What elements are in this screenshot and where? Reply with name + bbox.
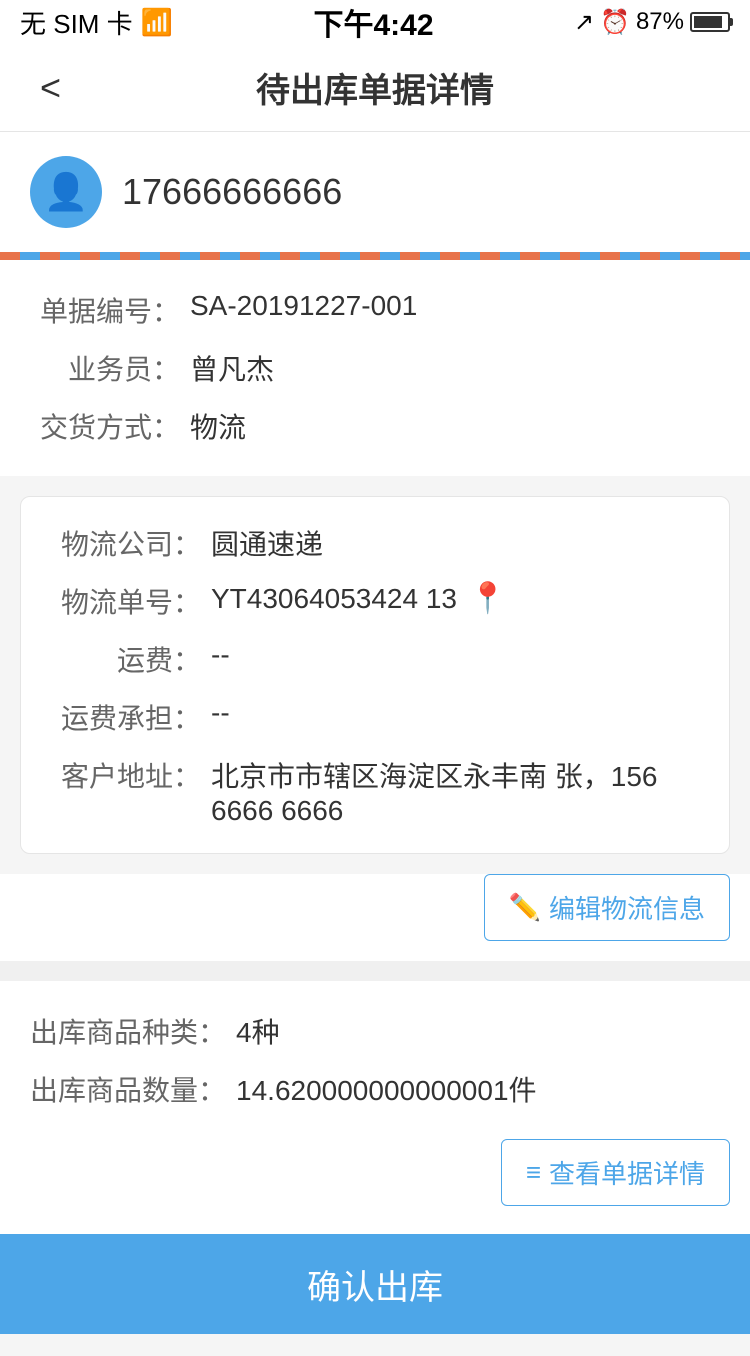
goods-quantity-row: 出库商品数量： 14.620000000000001件	[30, 1069, 720, 1109]
status-left: 无 SIM 卡 📶	[20, 4, 173, 41]
view-detail-label: 查看单据详情	[549, 1154, 705, 1191]
freight-bearer-label: 运费承担：	[51, 697, 211, 737]
battery-text: 87%	[636, 8, 684, 36]
freight-value: --	[211, 639, 699, 671]
location-icon: 📍	[469, 581, 506, 616]
confirm-button-bar[interactable]: 确认出库	[0, 1234, 750, 1334]
freight-bearer-value: --	[211, 697, 699, 729]
alarm-icon: ⏰	[600, 8, 630, 37]
goods-type-value: 4种	[236, 1011, 720, 1051]
logistics-company-label: 物流公司：	[51, 523, 211, 563]
address-row: 客户地址： 北京市市辖区海淀区永丰南 张，156 6666 6666	[51, 755, 699, 827]
nav-bar: < 待出库单据详情	[0, 44, 750, 132]
freight-label: 运费：	[51, 639, 211, 679]
doc-number-row: 单据编号： SA-20191227-001	[30, 290, 720, 330]
address-label: 客户地址：	[51, 755, 211, 795]
edit-label: 编辑物流信息	[549, 889, 705, 926]
tracking-number: YT43064053424 13	[211, 583, 457, 615]
carrier-text: 无 SIM 卡	[20, 4, 133, 41]
address-value: 北京市市辖区海淀区永丰南 张，156 6666 6666	[211, 755, 699, 827]
customer-phone: 17666666666	[122, 171, 342, 213]
logistics-company-row: 物流公司： 圆通速递	[51, 523, 699, 563]
confirm-button-text: 确认出库	[307, 1260, 443, 1309]
customer-header: 👤 17666666666	[0, 132, 750, 252]
logistics-tracking-value: YT43064053424 13 📍	[211, 581, 699, 616]
edit-logistics-button[interactable]: ✏️ 编辑物流信息	[484, 874, 730, 941]
freight-row: 运费： --	[51, 639, 699, 679]
doc-number-label: 单据编号：	[30, 290, 190, 330]
wifi-icon: 📶	[141, 7, 173, 38]
view-detail-icon: ≡	[526, 1157, 541, 1188]
delivery-method-row: 交货方式： 物流	[30, 406, 720, 446]
goods-quantity-value: 14.620000000000001件	[236, 1069, 720, 1109]
logistics-tracking-label: 物流单号：	[51, 581, 211, 621]
battery-icon	[690, 12, 730, 32]
content: 👤 17666666666 单据编号： SA-20191227-001 业务员：…	[0, 132, 750, 1356]
salesman-row: 业务员： 曾凡杰	[30, 348, 720, 388]
doc-number-value: SA-20191227-001	[190, 290, 720, 322]
goods-quantity-label: 出库商品数量：	[30, 1069, 236, 1109]
logistics-card: 物流公司： 圆通速递 物流单号： YT43064053424 13 📍 运费： …	[20, 496, 730, 854]
gps-icon: ↗	[574, 8, 594, 37]
status-bar: 无 SIM 卡 📶 下午4:42 ↗ ⏰ 87%	[0, 0, 750, 44]
salesman-label: 业务员：	[30, 348, 190, 388]
delivery-method-value: 物流	[190, 406, 720, 446]
avatar-icon: 👤	[44, 171, 89, 213]
status-right: ↗ ⏰ 87%	[574, 8, 730, 37]
edit-icon: ✏️	[509, 892, 541, 923]
view-detail-button[interactable]: ≡ 查看单据详情	[501, 1139, 730, 1206]
view-detail-btn-row: ≡ 查看单据详情	[0, 1139, 750, 1236]
stats-section: 出库商品种类： 4种 出库商品数量： 14.620000000000001件	[0, 981, 750, 1139]
dashed-separator	[0, 252, 750, 260]
back-button[interactable]: <	[30, 57, 71, 119]
page-title: 待出库单据详情	[256, 63, 494, 112]
delivery-method-label: 交货方式：	[30, 406, 190, 446]
logistics-tracking-row: 物流单号： YT43064053424 13 📍	[51, 581, 699, 621]
freight-bearer-row: 运费承担： --	[51, 697, 699, 737]
edit-btn-row: ✏️ 编辑物流信息	[0, 874, 750, 961]
goods-type-label: 出库商品种类：	[30, 1011, 236, 1051]
goods-type-row: 出库商品种类： 4种	[30, 1011, 720, 1051]
avatar: 👤	[30, 156, 102, 228]
order-info-section: 单据编号： SA-20191227-001 业务员： 曾凡杰 交货方式： 物流	[0, 260, 750, 476]
salesman-value: 曾凡杰	[190, 348, 720, 388]
logistics-company-value: 圆通速递	[211, 523, 699, 563]
gray-divider	[0, 961, 750, 981]
status-time: 下午4:42	[313, 0, 433, 44]
